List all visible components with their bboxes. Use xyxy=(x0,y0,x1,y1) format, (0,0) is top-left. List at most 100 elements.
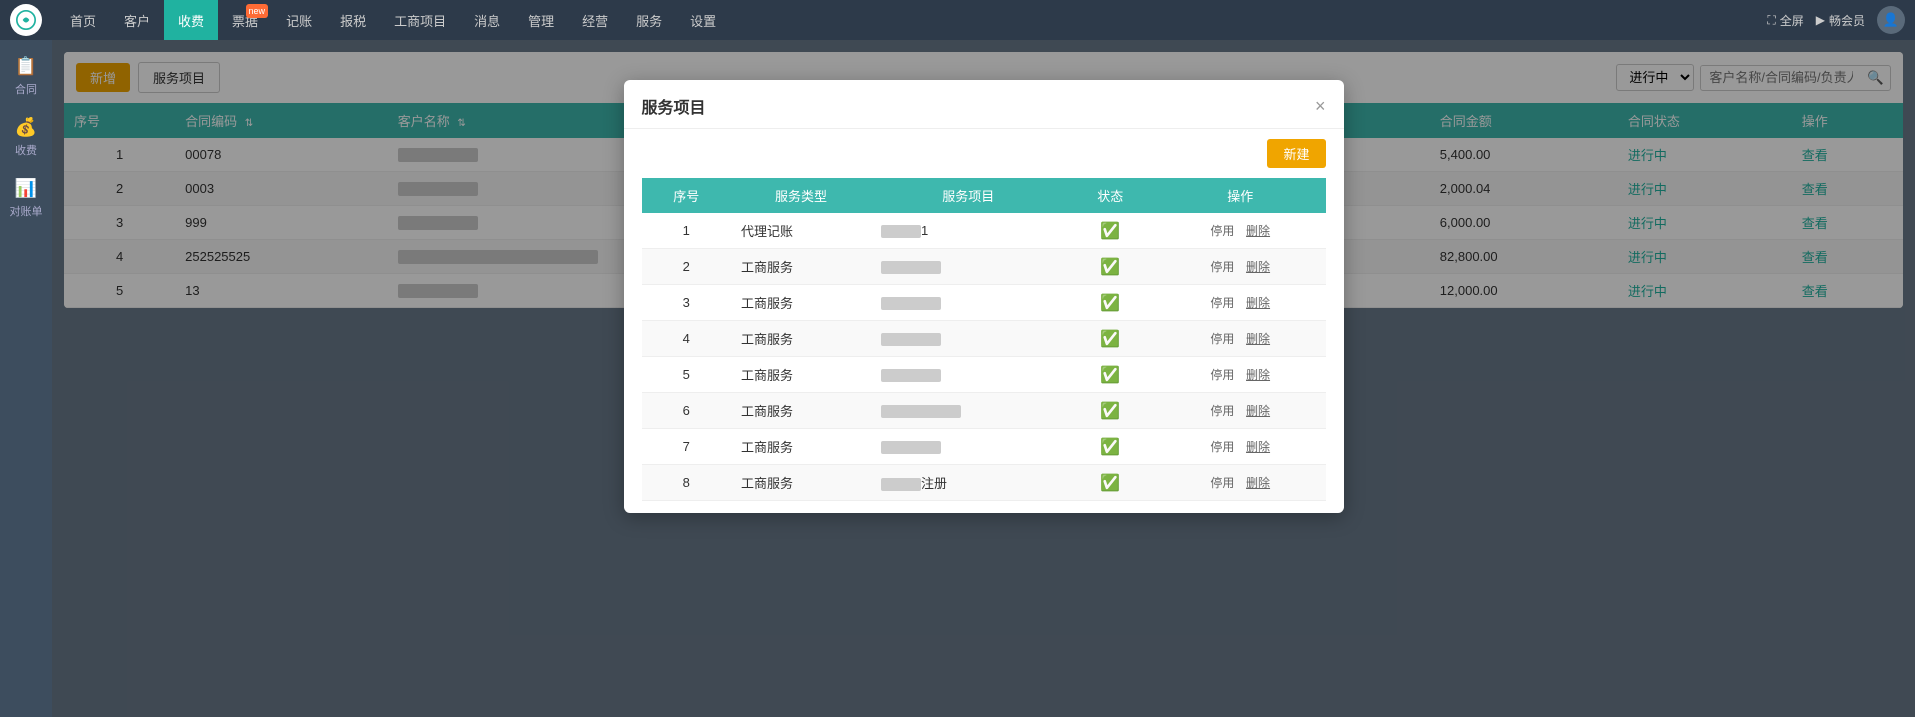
sidebar-item-duizhangdan[interactable]: 📊 对账单 xyxy=(0,170,52,227)
top-nav: 首页 客户 收费 票据 new 记账 报税 工商项目 消息 管理 经营 服务 设… xyxy=(0,0,1915,40)
nav-item-client[interactable]: 客户 xyxy=(110,0,164,40)
cell-status: ✅ xyxy=(1066,429,1155,465)
nav-item-fuwu[interactable]: 服务 xyxy=(622,0,676,40)
modal-col-type: 服务类型 xyxy=(731,178,871,213)
stop-button[interactable]: 停用 xyxy=(1206,220,1238,241)
cell-type: 工商服务 xyxy=(731,321,871,357)
nav-item-gongshang[interactable]: 工商项目 xyxy=(380,0,460,40)
member-btn[interactable]: ▶ 畅会员 xyxy=(1816,12,1865,29)
cell-status: ✅ xyxy=(1066,393,1155,429)
cell-item xyxy=(871,429,1065,465)
modal-toolbar: 新建 xyxy=(624,129,1344,178)
cell-no: 6 xyxy=(642,393,731,429)
stop-button[interactable]: 停用 xyxy=(1206,400,1238,421)
modal-table: 序号 服务类型 服务项目 状态 操作 1 代理记账 1 ✅ 停用 删除 xyxy=(642,178,1326,501)
delete-button[interactable]: 删除 xyxy=(1242,328,1274,349)
status-check-icon: ✅ xyxy=(1100,331,1120,348)
cell-no: 3 xyxy=(642,285,731,321)
table-row: 7 工商服务 ✅ 停用 删除 xyxy=(642,429,1326,465)
delete-button[interactable]: 删除 xyxy=(1242,364,1274,385)
sidebar-label-duizhangdan: 对账单 xyxy=(10,203,43,219)
nav-item-jizhang[interactable]: 记账 xyxy=(272,0,326,40)
modal-col-status: 状态 xyxy=(1066,178,1155,213)
cell-item xyxy=(871,321,1065,357)
nav-item-shezhi[interactable]: 设置 xyxy=(676,0,730,40)
cell-action: 停用 删除 xyxy=(1155,249,1326,285)
cell-action: 停用 删除 xyxy=(1155,285,1326,321)
delete-button[interactable]: 删除 xyxy=(1242,436,1274,457)
cell-item: 1 xyxy=(871,213,1065,249)
nav-item-baoshui[interactable]: 报税 xyxy=(326,0,380,40)
sidebar-label-hetong: 合同 xyxy=(15,81,37,97)
nav-item-xiaoxi[interactable]: 消息 xyxy=(460,0,514,40)
modal-dialog: 服务项目 × 新建 序号 服务类型 服务项目 状态 xyxy=(624,80,1344,513)
sidebar-item-hetong[interactable]: 📋 合同 xyxy=(0,48,52,105)
delete-button[interactable]: 删除 xyxy=(1242,256,1274,277)
modal-col-action: 操作 xyxy=(1155,178,1326,213)
stop-button[interactable]: 停用 xyxy=(1206,472,1238,493)
table-row: 8 工商服务 注册 ✅ 停用 删除 xyxy=(642,465,1326,501)
member-icon: ▶ xyxy=(1816,13,1825,27)
cell-status: ✅ xyxy=(1066,321,1155,357)
table-row: 5 工商服务 ✅ 停用 删除 xyxy=(642,357,1326,393)
statement-icon: 📊 xyxy=(15,178,37,199)
stop-button[interactable]: 停用 xyxy=(1206,328,1238,349)
fullscreen-icon: ⛶ xyxy=(1767,13,1775,28)
delete-button[interactable]: 删除 xyxy=(1242,292,1274,313)
cell-action: 停用 删除 xyxy=(1155,393,1326,429)
cell-item xyxy=(871,285,1065,321)
modal-close-button[interactable]: × xyxy=(1315,97,1326,115)
modal-col-item: 服务项目 xyxy=(871,178,1065,213)
fullscreen-btn[interactable]: ⛶ 全屏 xyxy=(1767,12,1803,29)
avatar[interactable]: 👤 xyxy=(1877,6,1905,34)
status-check-icon: ✅ xyxy=(1100,475,1120,492)
table-row: 2 工商服务 ✅ 停用 删除 xyxy=(642,249,1326,285)
modal-header: 服务项目 × xyxy=(624,80,1344,129)
table-row: 6 工商服务 ✅ 停用 删除 xyxy=(642,393,1326,429)
delete-button[interactable]: 删除 xyxy=(1242,220,1274,241)
table-row: 4 工商服务 ✅ 停用 删除 xyxy=(642,321,1326,357)
status-check-icon: ✅ xyxy=(1100,439,1120,456)
cell-no: 7 xyxy=(642,429,731,465)
cell-type: 工商服务 xyxy=(731,357,871,393)
nav-item-home[interactable]: 首页 xyxy=(56,0,110,40)
sidebar: 📋 合同 💰 收费 📊 对账单 xyxy=(0,40,52,717)
cell-type: 工商服务 xyxy=(731,465,871,501)
table-row: 1 代理记账 1 ✅ 停用 删除 xyxy=(642,213,1326,249)
stop-button[interactable]: 停用 xyxy=(1206,292,1238,313)
table-row: 3 工商服务 ✅ 停用 删除 xyxy=(642,285,1326,321)
cell-type: 工商服务 xyxy=(731,285,871,321)
stop-button[interactable]: 停用 xyxy=(1206,364,1238,385)
cell-status: ✅ xyxy=(1066,249,1155,285)
cell-type: 代理记账 xyxy=(731,213,871,249)
stop-button[interactable]: 停用 xyxy=(1206,436,1238,457)
cell-type: 工商服务 xyxy=(731,249,871,285)
nav-right: ⛶ 全屏 ▶ 畅会员 👤 xyxy=(1767,6,1905,34)
status-check-icon: ✅ xyxy=(1100,223,1120,240)
sidebar-item-shoufei[interactable]: 💰 收费 xyxy=(0,109,52,166)
cell-type: 工商服务 xyxy=(731,429,871,465)
member-label: 畅会员 xyxy=(1829,12,1865,29)
cell-type: 工商服务 xyxy=(731,393,871,429)
cell-action: 停用 删除 xyxy=(1155,213,1326,249)
cell-status: ✅ xyxy=(1066,285,1155,321)
nav-items: 首页 客户 收费 票据 new 记账 报税 工商项目 消息 管理 经营 服务 设… xyxy=(56,0,1767,40)
cell-no: 1 xyxy=(642,213,731,249)
cell-action: 停用 删除 xyxy=(1155,357,1326,393)
nav-item-guanli[interactable]: 管理 xyxy=(514,0,568,40)
modal-overlay: 服务项目 × 新建 序号 服务类型 服务项目 状态 xyxy=(52,40,1915,717)
nav-item-jingying[interactable]: 经营 xyxy=(568,0,622,40)
cell-action: 停用 删除 xyxy=(1155,321,1326,357)
delete-button[interactable]: 删除 xyxy=(1242,472,1274,493)
stop-button[interactable]: 停用 xyxy=(1206,256,1238,277)
cell-action: 停用 删除 xyxy=(1155,465,1326,501)
fee-icon: 💰 xyxy=(15,117,37,138)
modal-title: 服务项目 xyxy=(642,94,706,118)
sidebar-label-shoufei: 收费 xyxy=(15,142,37,158)
modal-body: 序号 服务类型 服务项目 状态 操作 1 代理记账 1 ✅ 停用 删除 xyxy=(624,178,1344,513)
nav-item-shoufei[interactable]: 收费 xyxy=(164,0,218,40)
nav-item-piao[interactable]: 票据 new xyxy=(218,0,272,40)
delete-button[interactable]: 删除 xyxy=(1242,400,1274,421)
modal-new-button[interactable]: 新建 xyxy=(1267,139,1325,168)
cell-status: ✅ xyxy=(1066,357,1155,393)
